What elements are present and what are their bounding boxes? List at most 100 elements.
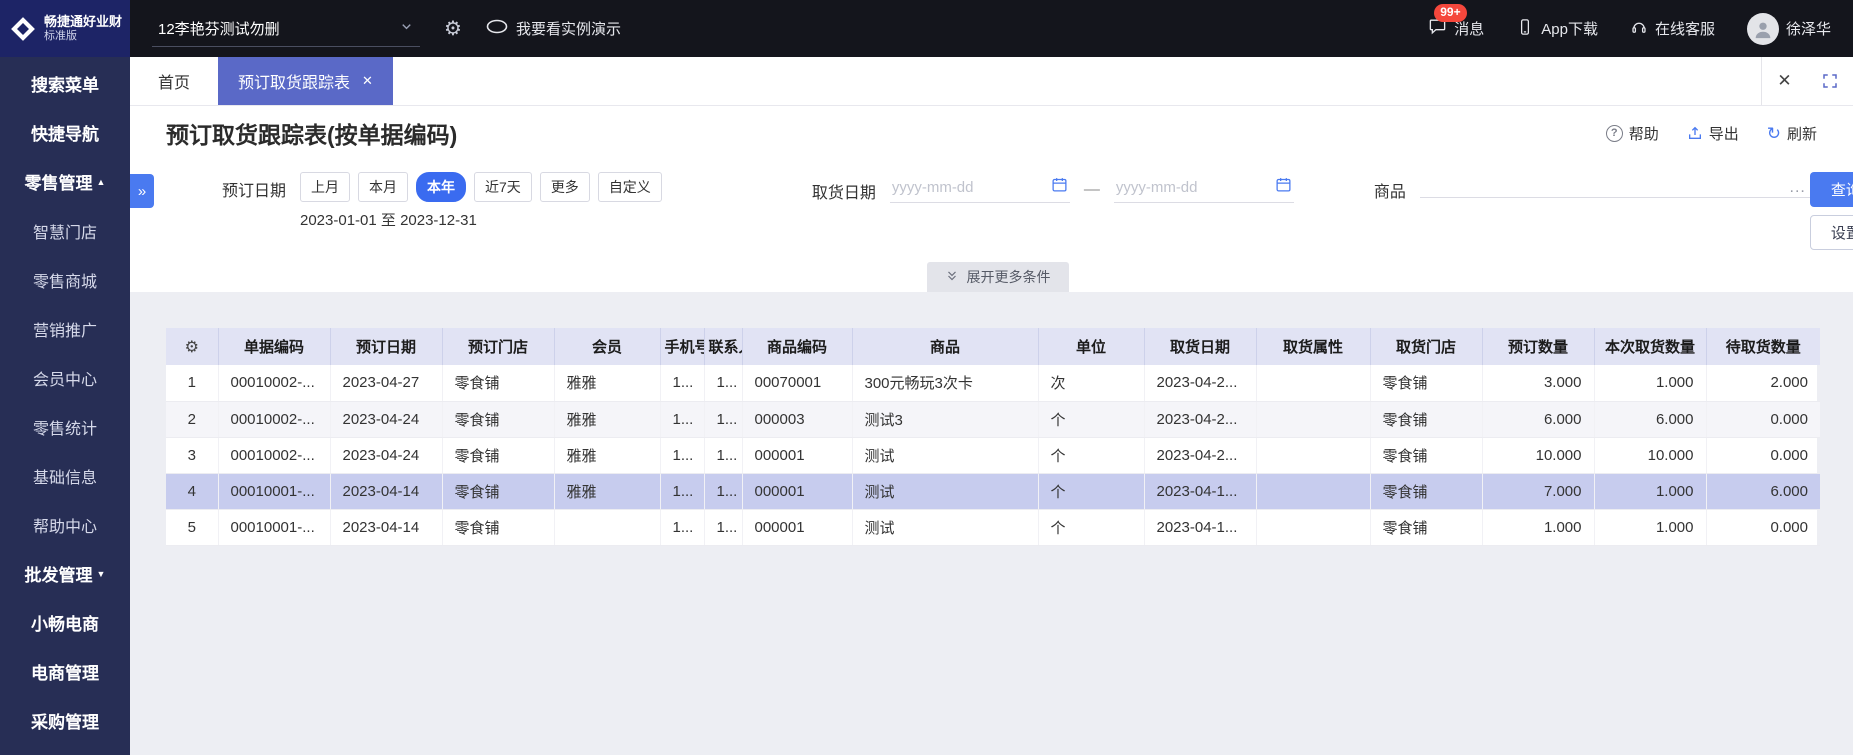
username: 徐泽华: [1785, 21, 1831, 38]
quick-range-自定义[interactable]: 自定义: [597, 172, 662, 202]
cell: 1.000: [1482, 509, 1595, 546]
cell: 0.000: [1706, 437, 1820, 474]
pickup-date-end-input[interactable]: [1115, 178, 1275, 196]
cell: 6.000: [1594, 401, 1707, 438]
cell: 1...: [704, 509, 743, 546]
cell: 2023-04-24: [330, 401, 443, 438]
expand-more-conditions[interactable]: 展开更多条件: [926, 262, 1069, 292]
sidebar-item-快捷导航[interactable]: 快捷导航: [0, 108, 130, 157]
column-header-取货日期[interactable]: 取货日期: [1144, 328, 1257, 365]
table-row[interactable]: 1 00010002-... 2023-04-27 零食铺 雅雅 1... 1... 0007…: [166, 365, 1820, 402]
column-header-预订日期[interactable]: 预订日期: [330, 328, 443, 365]
column-header-取货门店[interactable]: 取货门店: [1370, 328, 1483, 365]
sidebar-item-电商管理[interactable]: 电商管理: [0, 647, 130, 696]
online-service-button[interactable]: 在线客服: [1630, 18, 1715, 40]
cell: 0.000: [1706, 401, 1820, 438]
page-title: 预订取货跟踪表(按单据编码): [166, 122, 458, 148]
cell: 零食铺: [1370, 401, 1483, 438]
calendar-icon[interactable]: [1051, 176, 1068, 198]
pickup-date-start-input[interactable]: [891, 178, 1051, 196]
sidebar-item-搜索菜单[interactable]: 搜索菜单: [0, 59, 130, 108]
sidebar-item-零售商城[interactable]: 零售商城: [0, 255, 130, 304]
column-header-手机号[interactable]: 手机号: [660, 328, 705, 365]
column-header-待取货数量[interactable]: 待取货数量: [1706, 328, 1820, 365]
tab-close-icon[interactable]: ✕: [362, 73, 373, 89]
app-download-button[interactable]: App下载: [1516, 18, 1598, 40]
tab-active-label: 预订取货跟踪表: [238, 75, 351, 92]
product-picker-ellipsis-icon[interactable]: ...: [1790, 180, 1806, 195]
cell: 个: [1038, 401, 1145, 438]
column-header-预订数量[interactable]: 预订数量: [1482, 328, 1595, 365]
table-row[interactable]: 5 00010001-... 2023-04-14 零食铺 1... 1... 000001…: [166, 509, 1820, 546]
column-header-会员[interactable]: 会员: [554, 328, 661, 365]
sidebar-item-批发管理[interactable]: 批发管理 ▼: [0, 549, 130, 598]
product-input[interactable]: [1421, 176, 1790, 193]
column-header-取货属性[interactable]: 取货属性: [1256, 328, 1371, 365]
caret-down-icon: ▼: [96, 568, 106, 579]
cell: 1.000: [1594, 473, 1707, 510]
quick-range-近7天[interactable]: 近7天: [474, 172, 532, 202]
cell: 3.000: [1482, 365, 1595, 402]
main-area: 首页 预订取货跟踪表 ✕ ✕ 预订取货跟踪表(按单据编码) ? 帮助 导出 ↻ …: [130, 57, 1853, 755]
cell: 零食铺: [1370, 437, 1483, 474]
calendar-icon[interactable]: [1275, 176, 1292, 198]
messages-button[interactable]: 99+ 消息: [1428, 4, 1484, 40]
column-settings-gear-icon[interactable]: ⚙: [185, 339, 199, 356]
sidebar-item-智慧门店[interactable]: 智慧门店: [0, 206, 130, 255]
sidebar-item-label: 小畅电商: [31, 615, 99, 634]
table-row[interactable]: 4 00010001-... 2023-04-14 零食铺 雅雅 1... 1... 0000…: [166, 473, 1820, 510]
sidebar-item-帮助中心[interactable]: 帮助中心: [0, 500, 130, 549]
demo-link[interactable]: 我要看实例演示: [486, 18, 621, 39]
cell: 个: [1038, 437, 1145, 474]
column-header-商品编码[interactable]: 商品编码: [742, 328, 853, 365]
cell: 00010001-...: [218, 509, 331, 546]
row-index: 3: [166, 437, 219, 474]
quick-range-更多[interactable]: 更多: [539, 172, 590, 202]
help-button[interactable]: ? 帮助: [1605, 123, 1659, 144]
double-chevron-down-icon: [945, 269, 959, 286]
cell: 个: [1038, 509, 1145, 546]
pickup-date-start-field: [889, 174, 1070, 203]
column-header-联系人电话[interactable]: 联系人电话: [704, 328, 743, 365]
close-all-tabs-icon[interactable]: ✕: [1761, 57, 1807, 105]
cell: 10.000: [1482, 437, 1595, 474]
sidebar-item-营销推广[interactable]: 营销推广: [0, 304, 130, 353]
user-menu[interactable]: 徐泽华: [1746, 12, 1831, 45]
export-button[interactable]: 导出: [1687, 123, 1739, 144]
quick-range-上月[interactable]: 上月: [300, 172, 351, 202]
phone-icon: [1516, 18, 1534, 40]
search-button[interactable]: 查询: [1809, 172, 1853, 207]
sidebar-item-采购管理[interactable]: 采购管理: [0, 696, 130, 745]
sidebar-item-小畅电商[interactable]: 小畅电商: [0, 598, 130, 647]
table-row[interactable]: 3 00010002-... 2023-04-24 零食铺 雅雅 1... 1... 0000…: [166, 437, 1820, 474]
filter-section: » 预订日期 上月 本月 本年 近7天 更多 自定义 2023-01-01 至 2023-…: [130, 160, 1853, 292]
column-header-预订门店[interactable]: 预订门店: [442, 328, 555, 365]
tab-home[interactable]: 首页: [130, 57, 218, 105]
column-header-本次取货数量[interactable]: 本次取货数量: [1594, 328, 1707, 365]
sidebar-item-零售统计[interactable]: 零售统计: [0, 402, 130, 451]
fullscreen-icon[interactable]: [1807, 57, 1853, 105]
settings-gear-icon[interactable]: ⚙: [444, 19, 462, 39]
quick-range-本年[interactable]: 本年: [416, 172, 467, 202]
chevron-down-icon: [399, 19, 414, 38]
table-row[interactable]: 2 00010002-... 2023-04-24 零食铺 雅雅 1... 1... 0000…: [166, 401, 1820, 438]
column-header-单据编码[interactable]: 单据编码: [218, 328, 331, 365]
column-header-商品[interactable]: 商品: [852, 328, 1039, 365]
account-selector[interactable]: 12李艳芬测试勿删: [152, 11, 420, 47]
settings-button[interactable]: 设置: [1809, 215, 1853, 250]
quick-range-本月[interactable]: 本月: [358, 172, 409, 202]
tab-active[interactable]: 预订取货跟踪表 ✕: [218, 57, 393, 105]
product-label: 商品: [1373, 184, 1406, 201]
brand-edition: 标准版: [44, 29, 77, 42]
cell: 零食铺: [442, 401, 555, 438]
refresh-button[interactable]: ↻ 刷新: [1767, 123, 1817, 144]
sidebar-item-基础信息[interactable]: 基础信息: [0, 451, 130, 500]
cell: 6.000: [1706, 473, 1820, 510]
column-header-单位[interactable]: 单位: [1038, 328, 1145, 365]
cell: 零食铺: [442, 473, 555, 510]
filter-panel-expand-icon[interactable]: »: [130, 174, 154, 208]
sidebar-item-零售管理[interactable]: 零售管理 ▲: [0, 157, 130, 206]
cell: 00010001-...: [218, 473, 331, 510]
cell: [1256, 365, 1371, 402]
sidebar-item-会员中心[interactable]: 会员中心: [0, 353, 130, 402]
